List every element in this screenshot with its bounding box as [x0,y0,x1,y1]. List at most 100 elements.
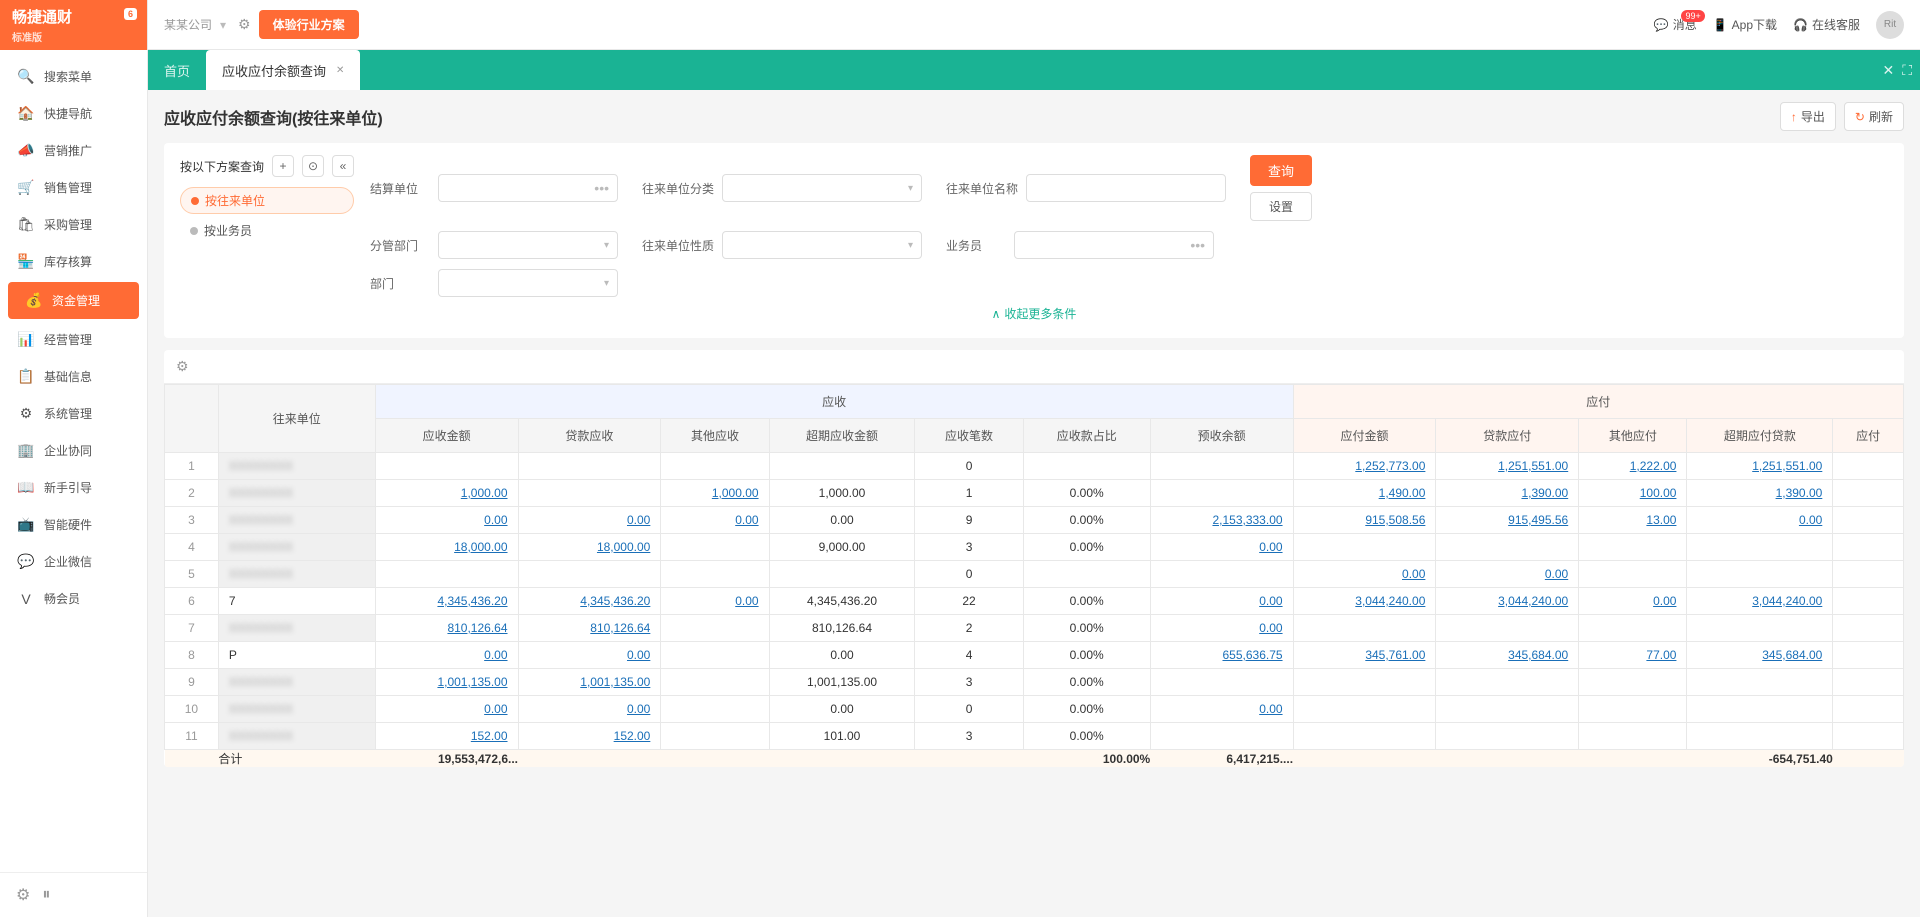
window-close-icon[interactable]: ✕ [1882,62,1894,79]
sidebar-item-sales[interactable]: 🛒 销售管理 [0,169,147,206]
sidebar-item-operations[interactable]: 📊 经营管理 [0,321,147,358]
cell-loan-pay-7[interactable]: 345,684.00 [1436,642,1579,669]
sidebar-collapse-icon[interactable]: ⏸ [42,886,50,904]
cell-loan-recv-8[interactable]: 1,001,135.00 [518,669,661,696]
msg-btn[interactable]: 💬 消息 99+ [1654,16,1697,33]
cell-recv-amt-7[interactable]: 0.00 [375,642,518,669]
cell-loan-pay-1[interactable]: 1,390.00 [1436,480,1579,507]
sidebar-item-weixin[interactable]: 💬 企业微信 [0,543,147,580]
sidebar-item-purchase[interactable]: 🛍 采购管理 [0,206,147,243]
cell-recv-amt-9[interactable]: 0.00 [375,696,518,723]
cell-overdue-recv-9: 0.00 [769,696,915,723]
cell-loan-recv-3[interactable]: 18,000.00 [518,534,661,561]
cell-overdue-recv-8: 1,001,135.00 [769,669,915,696]
app-btn[interactable]: 📱 App下载 [1713,16,1777,33]
cell-overdue-pay-1[interactable]: 1,390.00 [1687,480,1833,507]
cell-recv-amt-2[interactable]: 0.00 [375,507,518,534]
cell-prepay-8 [1150,669,1293,696]
cell-loan-recv-7[interactable]: 0.00 [518,642,661,669]
cell-overdue-pay-5[interactable]: 3,044,240.00 [1687,588,1833,615]
cell-prepay-0 [1150,453,1293,480]
settings-icon[interactable]: ⚙ [238,16,251,33]
sidebar-item-system[interactable]: ⚙ 系统管理 [0,395,147,432]
cell-prepay-6[interactable]: 0.00 [1150,615,1293,642]
filter-add-btn[interactable]: + [272,155,294,177]
query-btn[interactable]: 查询 [1250,155,1312,186]
window-expand-icon[interactable]: ⛶ [1902,62,1912,79]
service-btn[interactable]: 🎧 在线客服 [1793,16,1860,33]
cell-pay-amt-7[interactable]: 345,761.00 [1293,642,1436,669]
refresh-btn[interactable]: ↻ 刷新 [1844,102,1904,131]
cell-prepay-5[interactable]: 0.00 [1150,588,1293,615]
cell-prepay-2[interactable]: 2,153,333.00 [1150,507,1293,534]
cell-loan-pay-4[interactable]: 0.00 [1436,561,1579,588]
cell-loan-pay-5[interactable]: 3,044,240.00 [1436,588,1579,615]
sidebar-item-capital[interactable]: 💰 资金管理 [8,282,139,319]
cell-loan-recv-9[interactable]: 0.00 [518,696,661,723]
cell-loan-recv-6[interactable]: 810,126.64 [518,615,661,642]
settlement-unit-dots[interactable]: ••• [594,180,609,196]
cell-prepay-7[interactable]: 655,636.75 [1150,642,1293,669]
sidebar-item-guide[interactable]: 📖 新手引导 [0,469,147,506]
sidebar-item-quick-nav[interactable]: 🏠 快捷导航 [0,95,147,132]
cell-overdue-pay-0[interactable]: 1,251,551.00 [1687,453,1833,480]
set-btn[interactable]: 设置 [1250,192,1312,221]
cell-other-pay-7[interactable]: 77.00 [1579,642,1687,669]
sidebar-item-basic-info[interactable]: 📋 基础信息 [0,358,147,395]
sidebar-item-search-menu[interactable]: 🔍 搜索菜单 [0,58,147,95]
cell-pay-amt-2[interactable]: 915,508.56 [1293,507,1436,534]
division-select[interactable]: ▾ [438,231,618,259]
tab-home[interactable]: 首页 [148,50,206,90]
cell-loan-recv-0 [518,453,661,480]
filter-option-partner[interactable]: 按往来单位 [180,187,354,214]
partner-name-input[interactable] [1026,174,1226,202]
cell-loan-pay-0[interactable]: 1,251,551.00 [1436,453,1579,480]
industry-btn[interactable]: 体验行业方案 [259,10,359,39]
sidebar-item-smart-hw[interactable]: 📺 智能硬件 [0,506,147,543]
sidebar-item-member[interactable]: V 畅会员 [0,580,147,617]
sidebar-item-marketing[interactable]: 📣 营销推广 [0,132,147,169]
cell-other-pay-2[interactable]: 13.00 [1579,507,1687,534]
cell-pay-amt-1[interactable]: 1,490.00 [1293,480,1436,507]
tab-close-icon[interactable]: ✕ [336,65,344,76]
cell-loan-recv-2[interactable]: 0.00 [518,507,661,534]
filter-back-btn[interactable]: « [332,155,354,177]
cell-pay-amt-0[interactable]: 1,252,773.00 [1293,453,1436,480]
col-overdue-payable: 超期应付贷款 [1687,419,1833,453]
partner-category-select[interactable]: ▾ [722,174,922,202]
filter-option-salesperson[interactable]: 按业务员 [180,218,354,243]
cell-loan-pay-2[interactable]: 915,495.56 [1436,507,1579,534]
cell-other-recv-2[interactable]: 0.00 [661,507,769,534]
cell-loan-recv-10[interactable]: 152.00 [518,723,661,750]
cell-recv-amt-1[interactable]: 1,000.00 [375,480,518,507]
department-select[interactable]: ▾ [438,269,618,297]
cell-pay-amt-4[interactable]: 0.00 [1293,561,1436,588]
sidebar-item-inventory[interactable]: 🏪 库存核算 [0,243,147,280]
cell-pay-amt-5[interactable]: 3,044,240.00 [1293,588,1436,615]
cell-other-pay-0[interactable]: 1,222.00 [1579,453,1687,480]
table-settings-icon[interactable]: ⚙ [176,358,189,375]
sidebar-item-enterprise[interactable]: 🏢 企业协同 [0,432,147,469]
cell-recv-amt-10[interactable]: 152.00 [375,723,518,750]
cell-overdue-pay-7[interactable]: 345,684.00 [1687,642,1833,669]
cell-other-pay-1[interactable]: 100.00 [1579,480,1687,507]
cell-recv-amt-6[interactable]: 810,126.64 [375,615,518,642]
filter-target-btn[interactable]: ⊙ [302,155,324,177]
export-btn[interactable]: ↑ 导出 [1780,102,1836,131]
cell-recv-amt-3[interactable]: 18,000.00 [375,534,518,561]
tab-balance-query[interactable]: 应收应付余额查询 ✕ [206,50,360,90]
sidebar-settings-icon[interactable]: ⚙ [16,885,30,905]
salesperson-dots[interactable]: ••• [1190,237,1205,253]
cell-other-recv-1[interactable]: 1,000.00 [661,480,769,507]
cell-recv-amt-5[interactable]: 4,345,436.20 [375,588,518,615]
partner-nature-select[interactable]: ▾ [722,231,922,259]
cell-prepay-3[interactable]: 0.00 [1150,534,1293,561]
cell-other-recv-5[interactable]: 0.00 [661,588,769,615]
user-avatar[interactable]: Rit [1876,11,1904,39]
cell-loan-recv-5[interactable]: 4,345,436.20 [518,588,661,615]
cell-overdue-pay-2[interactable]: 0.00 [1687,507,1833,534]
cell-prepay-9[interactable]: 0.00 [1150,696,1293,723]
collapse-btn[interactable]: ∧ 收起更多条件 [992,301,1077,326]
cell-other-pay-5[interactable]: 0.00 [1579,588,1687,615]
cell-recv-amt-8[interactable]: 1,001,135.00 [375,669,518,696]
